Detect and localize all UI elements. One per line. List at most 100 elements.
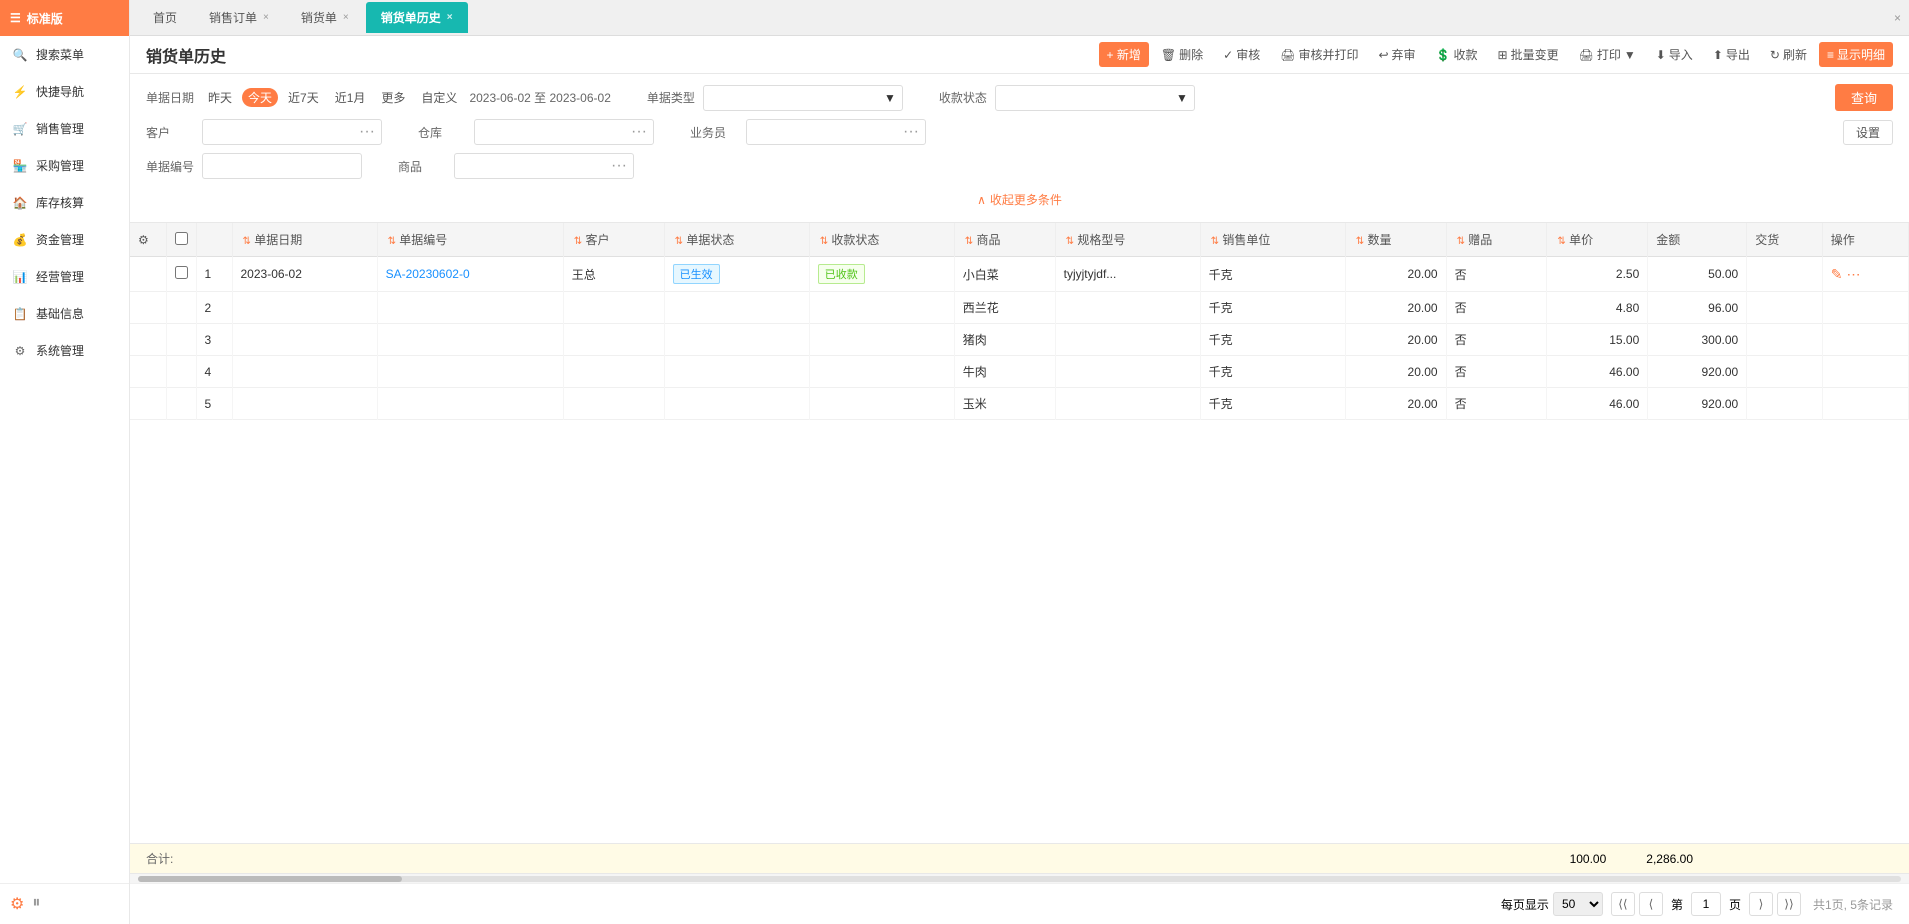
sidebar-item-quick-nav[interactable]: ⚡ 快捷导航 [0,73,129,110]
tab-sales-order-close[interactable]: × [263,12,269,23]
import-button[interactable]: ⬇ 导入 [1648,42,1701,67]
refresh-button[interactable]: ↻ 刷新 [1762,42,1815,67]
first-page-btn[interactable]: ⟨⟨ [1611,892,1635,916]
table-row: 4 牛肉 千克 20.00 否 46.00 920.00 [130,356,1909,388]
sidebar-item-finance-mgmt[interactable]: 💰 资金管理 [0,221,129,258]
cell-settings [130,324,166,356]
filter-docno-input[interactable] [202,153,362,179]
sidebar-item-sys-mgmt[interactable]: ⚙ 系统管理 [0,332,129,369]
salesperson-ellipsis-btn[interactable]: ··· [903,124,919,140]
date-btn-yesterday[interactable]: 昨天 [202,88,238,107]
collapse-label: 收起更多条件 [990,191,1062,208]
th-doc-status[interactable]: ⇅ 单据状态 [664,223,809,257]
settings-button[interactable]: 设置 [1843,120,1893,145]
collapse-btn[interactable]: ∧ 收起更多条件 [146,187,1893,212]
filter-goods-label: 商品 [398,158,448,175]
th-spec[interactable]: ⇅ 规格型号 [1055,223,1200,257]
th-amount: 金额 [1648,223,1747,257]
sidebar-item-inventory-calc[interactable]: 🏠 库存核算 [0,184,129,221]
cell-settings [130,388,166,420]
th-customer[interactable]: ⇅ 客户 [563,223,664,257]
audit-button[interactable]: ✓ 审核 [1215,42,1268,67]
sidebar-item-ops-mgmt[interactable]: 📊 经营管理 [0,258,129,295]
filter-customer-input[interactable] [209,125,359,139]
th-goods[interactable]: ⇅ 商品 [954,223,1055,257]
page-input[interactable] [1691,892,1721,916]
filter-warehouse-input[interactable] [481,125,631,139]
scroll-thumb[interactable] [138,876,402,882]
cart-icon: 🛒 [12,121,28,137]
th-doc-no[interactable]: ⇅ 单据编号 [377,223,563,257]
doc-no-link[interactable]: SA-20230602-0 [386,267,470,281]
warehouse-ellipsis-btn[interactable]: ··· [631,124,647,140]
date-btn-7days[interactable]: 近7天 [282,88,325,107]
th-pay-status[interactable]: ⇅ 收款状态 [809,223,954,257]
th-settings[interactable]: ⚙ [130,223,166,257]
th-doc-date[interactable]: ⇅ 单据日期 [232,223,377,257]
customer-ellipsis-btn[interactable]: ··· [359,124,375,140]
filter-goods-input-wrap: ··· [454,153,634,179]
show-detail-icon: ≡ [1827,48,1834,62]
query-button[interactable]: 查询 [1835,84,1893,111]
cell-customer [563,292,664,324]
sidebar-settings-icon[interactable]: ⚙ [10,894,24,914]
more-action-btn[interactable]: ⋯ [1847,266,1861,283]
date-btn-1month[interactable]: 近1月 [329,88,372,107]
show-detail-button[interactable]: ≡ 显示明细 [1819,42,1893,67]
audit-print-button[interactable]: 🖨 审核并打印 [1272,42,1366,67]
tab-delivery[interactable]: 销货单 × [286,2,364,33]
filter-doc-type-select[interactable]: ▼ [703,85,903,111]
tab-delivery-history[interactable]: 销货单历史 × [366,2,468,33]
cell-settings [130,356,166,388]
abandon-icon: ↩ [1378,48,1388,62]
chart-icon: 📊 [12,269,28,285]
new-button[interactable]: + 新增 [1099,42,1149,67]
filter-payment-select[interactable]: ▼ [995,85,1195,111]
prev-page-btn[interactable]: ⟨ [1639,892,1663,916]
page-size-dropdown[interactable]: 50 100 200 [1553,892,1603,916]
delete-button[interactable]: 🗑 删除 [1153,42,1211,67]
last-page-btn[interactable]: ⟩⟩ [1777,892,1801,916]
cell-doc-date [232,356,377,388]
filter-warehouse-group: 仓库 ··· [418,119,654,145]
abandon-button[interactable]: ↩ 弃审 [1370,42,1423,67]
th-price[interactable]: ⇅ 单价 [1547,223,1648,257]
tab-home[interactable]: 首页 [138,2,192,33]
pagination: 每页显示 50 100 200 ⟨⟨ ⟨ 第 页 ⟩ ⟩⟩ 共1页, 5条记录 [130,883,1909,924]
sort-icon-10: ⇅ [1457,236,1465,247]
th-unit[interactable]: ⇅ 销售单位 [1200,223,1345,257]
sidebar-collapse-icon[interactable]: ⏸ [32,894,40,914]
date-btn-more[interactable]: 更多 [375,88,411,107]
row-checkbox[interactable] [175,266,188,279]
next-page-btn[interactable]: ⟩ [1749,892,1773,916]
sidebar-item-basic-info[interactable]: 📋 基础信息 [0,295,129,332]
th-gift[interactable]: ⇅ 赠品 [1446,223,1547,257]
date-btn-today[interactable]: 今天 [242,88,278,107]
sidebar-item-purchase-mgmt[interactable]: 🏪 采购管理 [0,147,129,184]
settings-col-icon: ⚙ [138,233,149,247]
goods-ellipsis-btn[interactable]: ··· [611,158,627,174]
filter-salesperson-input[interactable] [753,125,903,139]
tab-home-label: 首页 [153,9,177,26]
filter-goods-input[interactable] [461,159,611,173]
filter-salesperson-group: 业务员 ··· [690,119,926,145]
cell-trade [1747,257,1823,292]
print-button[interactable]: 🖨 打印 ▼ [1571,42,1644,67]
cell-actions [1822,324,1908,356]
batch-change-button[interactable]: ⊞ 批量变更 [1490,42,1567,67]
sidebar-item-sales-mgmt[interactable]: 🛒 销售管理 [0,110,129,147]
page-size-select: 每页显示 50 100 200 [1501,892,1603,916]
tab-delivery-history-close[interactable]: × [447,12,453,23]
edit-action-btn[interactable]: ✎ [1831,266,1843,283]
th-qty[interactable]: ⇅ 数量 [1345,223,1446,257]
select-all-checkbox[interactable] [175,232,188,245]
tab-bar-close-all[interactable]: × [1894,11,1901,25]
scroll-track[interactable] [138,876,1901,882]
collect-button[interactable]: 💲 收款 [1428,42,1486,67]
tab-delivery-close[interactable]: × [343,12,349,23]
sidebar-item-search-menu[interactable]: 🔍 搜索菜单 [0,36,129,73]
export-button[interactable]: ⬆ 导出 [1705,42,1758,67]
date-btn-custom[interactable]: 自定义 [415,88,463,107]
cell-qty: 20.00 [1345,388,1446,420]
tab-sales-order[interactable]: 销售订单 × [194,2,284,33]
